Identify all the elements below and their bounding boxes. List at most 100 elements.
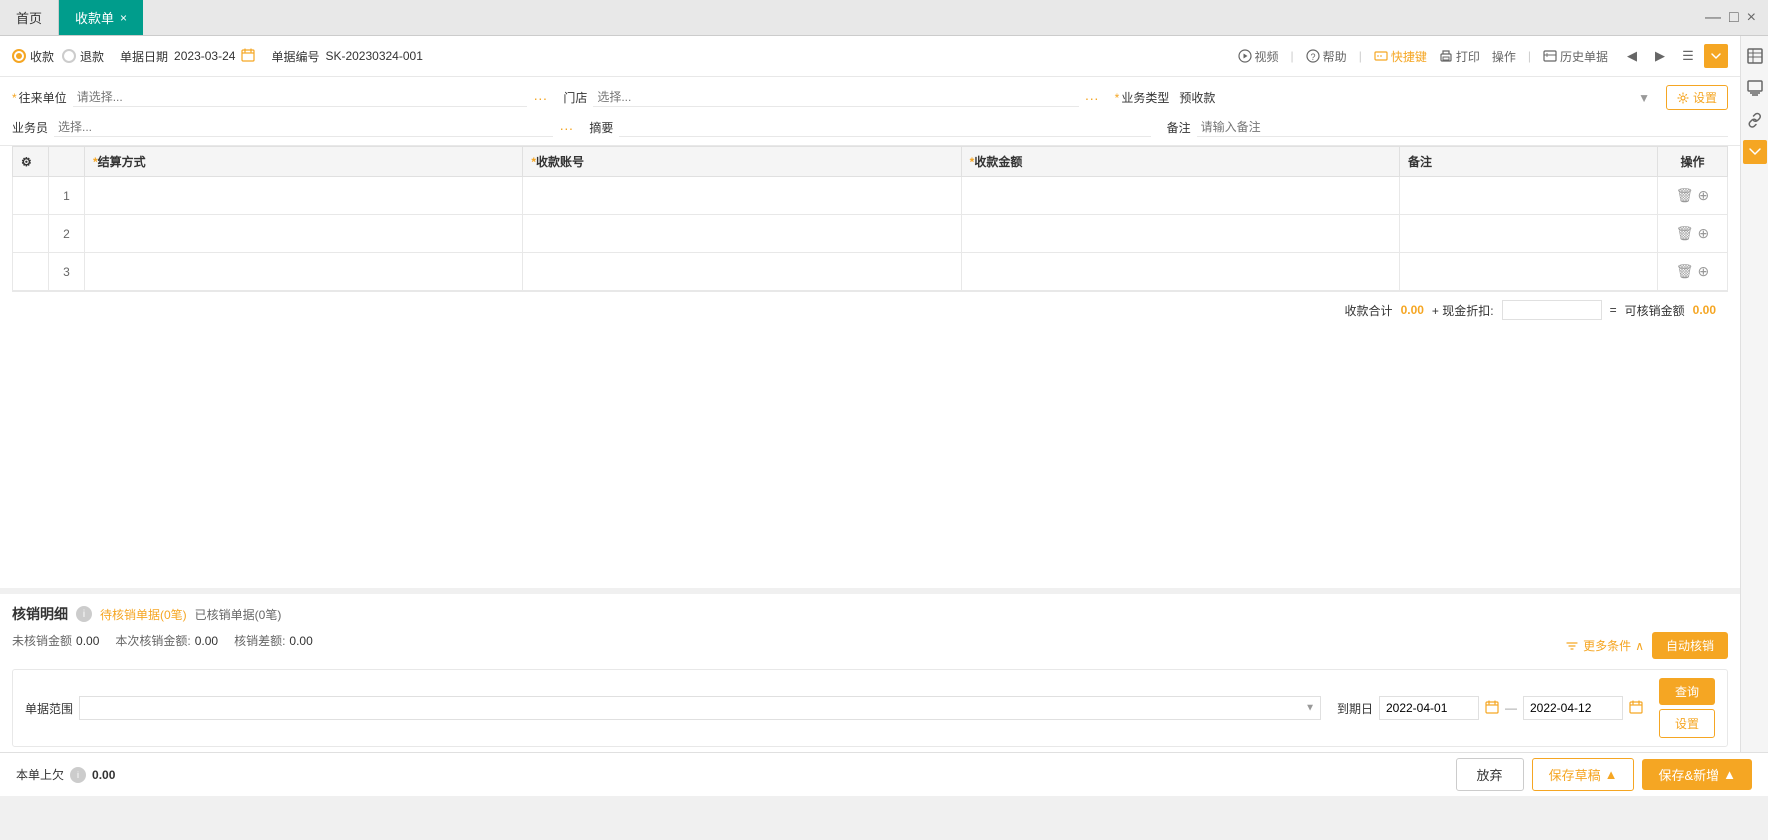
save-new-label: 保存&新增 (1658, 765, 1719, 784)
prev-icon[interactable]: ◀ (1620, 44, 1644, 68)
query-btn[interactable]: 查询 (1659, 678, 1715, 705)
date-to-input[interactable] (1523, 696, 1623, 720)
sidebar-expand-icon[interactable] (1743, 140, 1767, 164)
td-account-1[interactable] (523, 177, 961, 215)
range-filter: 单据范围 ▼ (25, 696, 1321, 720)
summary-input[interactable] (619, 118, 1150, 137)
window-close-icon[interactable]: × (1747, 9, 1756, 27)
done-tab[interactable]: 已核销单据(0笔) (195, 606, 282, 623)
calendar-from-icon[interactable] (1485, 700, 1499, 717)
history-action[interactable]: 历史单据 (1543, 48, 1608, 65)
note-input[interactable] (1197, 118, 1728, 137)
td-settle-1[interactable] (85, 177, 523, 215)
copy-row-1[interactable]: ⊕ (1698, 187, 1710, 204)
more-conditions-btn[interactable]: 更多条件 ∧ (1565, 637, 1644, 654)
sidebar-link-icon[interactable] (1743, 108, 1767, 132)
staff-more-btn[interactable]: ··· (559, 120, 573, 136)
number-value: SK-20230324-001 (325, 49, 422, 63)
delete-row-2[interactable]: 🗑 (1676, 225, 1694, 242)
partner-more-btn[interactable]: ··· (533, 90, 547, 106)
biztype-field-group: *业务类型 预收款 ▼ (1115, 87, 1650, 108)
store-more-btn[interactable]: ··· (1085, 90, 1099, 106)
staff-input[interactable] (54, 118, 553, 137)
delete-row-3[interactable]: 🗑 (1676, 263, 1694, 280)
td-amount-1[interactable] (961, 177, 1399, 215)
td-amount-3[interactable] (961, 253, 1399, 291)
store-input[interactable] (593, 88, 1078, 107)
tab-home[interactable]: 首页 (0, 0, 59, 35)
calendar-to-icon[interactable] (1629, 700, 1643, 717)
td-note-3[interactable] (1399, 253, 1657, 291)
td-gear-3 (13, 253, 49, 291)
auto-writeoff-btn[interactable]: 自动核销 (1652, 632, 1728, 659)
total-label: 收款合计 (1345, 302, 1393, 319)
next-icon[interactable]: ▶ (1648, 44, 1672, 68)
radio-refund[interactable]: 退款 (62, 48, 104, 65)
td-num-1: 1 (49, 177, 85, 215)
shortcut-action[interactable]: 快捷键 (1374, 48, 1427, 65)
form-fields: *往来单位 ··· 门店 ··· *业务类型 预收款 ▼ 设置 (0, 77, 1740, 146)
date-filter: 到期日 — (1337, 696, 1643, 720)
discount-input[interactable] (1502, 300, 1602, 320)
date-range-dash: — (1505, 701, 1517, 715)
divider2: | (1359, 49, 1362, 63)
form-row-2: 业务员 ··· 摘要 备注 (12, 118, 1728, 137)
print-action[interactable]: 打印 (1439, 48, 1480, 65)
tab-active[interactable]: 收款单 × (59, 0, 143, 35)
td-note-2[interactable] (1399, 215, 1657, 253)
diff-label: 核销差额: (234, 632, 285, 649)
th-row-num (49, 147, 85, 177)
minimize-icon[interactable]: — (1705, 9, 1721, 27)
divider3: | (1528, 49, 1531, 63)
radio-receive[interactable]: 收款 (12, 48, 54, 65)
abandon-btn[interactable]: 放弃 (1456, 758, 1524, 791)
td-num-2: 2 (49, 215, 85, 253)
expand-icon[interactable] (1704, 44, 1728, 68)
th-note: 备注 (1399, 147, 1657, 177)
footer-right: 放弃 保存草稿 ▲ 保存&新增 ▲ (1456, 758, 1752, 791)
list-icon[interactable]: ☰ (1676, 44, 1700, 68)
date-from-input[interactable] (1379, 696, 1479, 720)
unverified-value: 0.00 (76, 634, 99, 648)
td-amount-2[interactable] (961, 215, 1399, 253)
partner-input[interactable] (73, 88, 528, 107)
help-action[interactable]: ? 帮助 (1306, 48, 1347, 65)
td-account-3[interactable] (523, 253, 961, 291)
delete-row-1[interactable]: 🗑 (1676, 187, 1694, 204)
summary-row: 收款合计 0.00 + 现金折扣: = 可核销金额 0.00 (12, 291, 1728, 328)
note-label: 备注 (1167, 119, 1191, 136)
th-action: 操作 (1658, 147, 1728, 177)
th-gear[interactable]: ⚙ (13, 147, 49, 177)
available-value: 0.00 (1693, 303, 1716, 317)
info-icon[interactable]: i (76, 606, 92, 622)
sidebar-card-icon[interactable] (1743, 76, 1767, 100)
pending-tab[interactable]: 待核销单据(0笔) (100, 606, 187, 623)
operate-action[interactable]: 操作 (1492, 48, 1516, 65)
operate-label: 操作 (1492, 48, 1516, 65)
td-settle-3[interactable] (85, 253, 523, 291)
close-icon[interactable]: × (120, 11, 127, 25)
calendar-icon[interactable] (241, 48, 255, 65)
maximize-icon[interactable]: □ (1729, 9, 1739, 27)
save-new-btn[interactable]: 保存&新增 ▲ (1642, 759, 1752, 790)
td-account-2[interactable] (523, 215, 961, 253)
copy-row-3[interactable]: ⊕ (1698, 263, 1710, 280)
save-draft-btn[interactable]: 保存草稿 ▲ (1532, 758, 1635, 791)
discount-label: + 现金折扣: (1432, 302, 1494, 319)
copy-row-2[interactable]: ⊕ (1698, 225, 1710, 242)
biztype-chevron[interactable]: ▼ (1638, 91, 1650, 105)
range-label: 单据范围 (25, 700, 73, 717)
video-action[interactable]: 视频 (1238, 48, 1279, 65)
svg-text:?: ? (1310, 52, 1315, 62)
range-select[interactable] (79, 696, 1321, 720)
footer-info-icon[interactable]: i (70, 767, 86, 783)
sidebar-table-icon[interactable] (1743, 44, 1767, 68)
header-right-actions: 视频 | ? 帮助 | 快捷键 打印 操作 | 历史单据 (1238, 44, 1728, 68)
radio-refund-label: 退款 (80, 48, 104, 65)
filter-set-btn[interactable]: 设置 (1659, 709, 1715, 738)
store-field-group: 门店 ··· (563, 88, 1098, 107)
right-sidebar (1740, 36, 1768, 752)
td-settle-2[interactable] (85, 215, 523, 253)
td-note-1[interactable] (1399, 177, 1657, 215)
settings-button[interactable]: 设置 (1666, 85, 1728, 110)
